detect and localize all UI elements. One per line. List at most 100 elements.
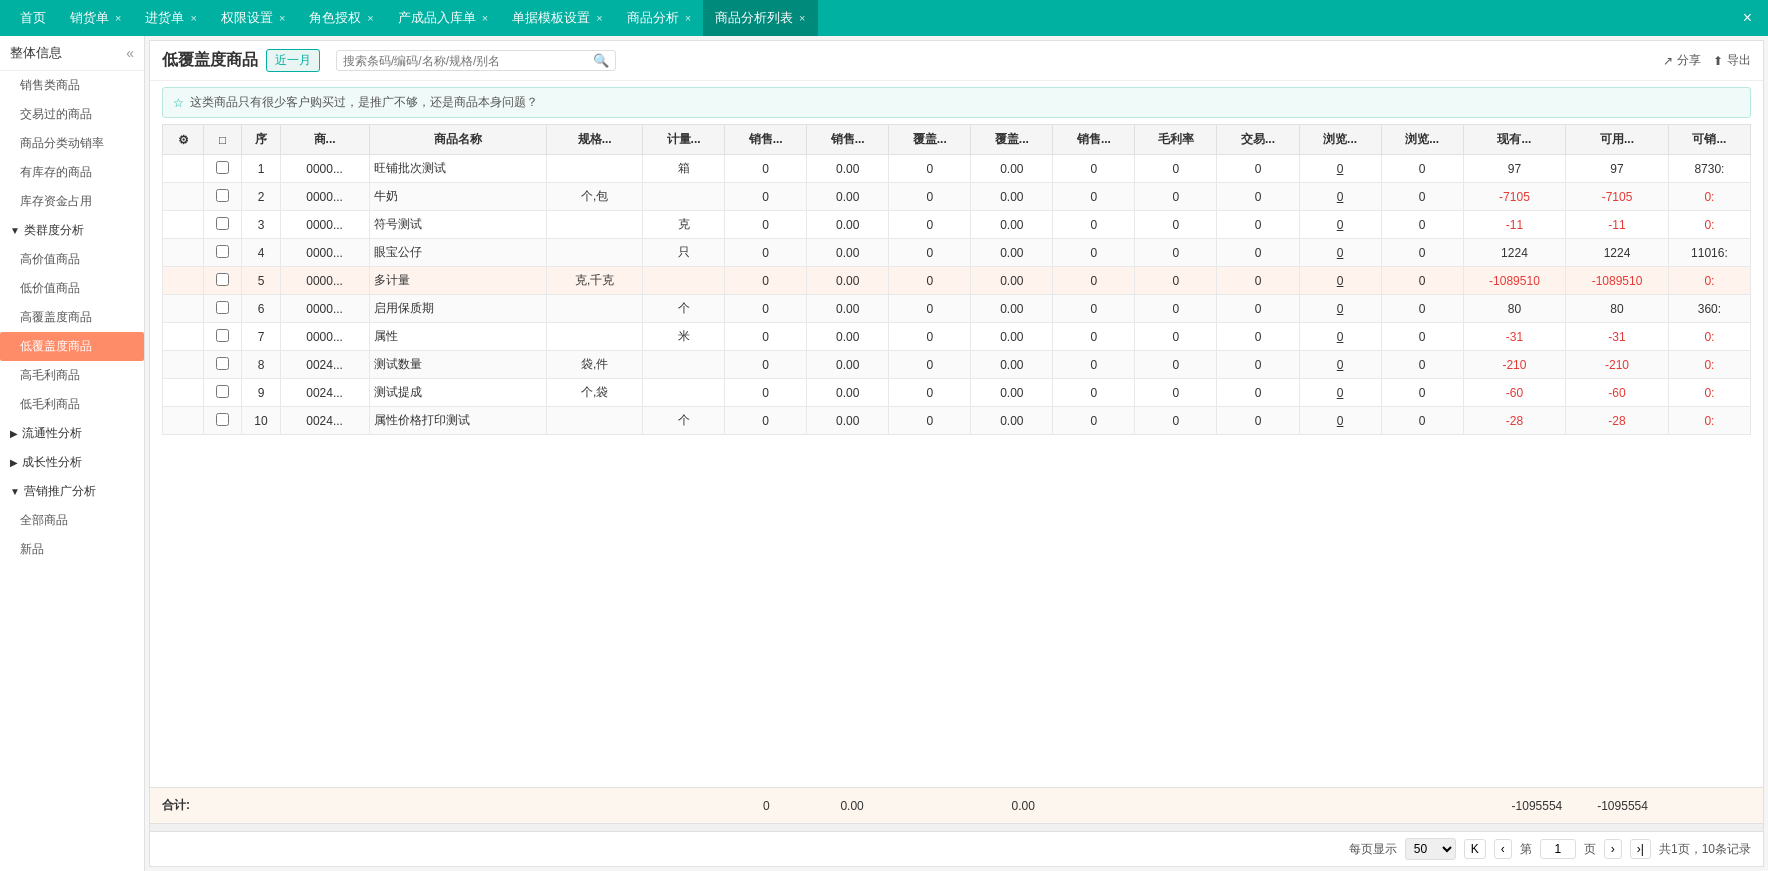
cell-browse1[interactable]: 0: [1299, 379, 1381, 407]
export-button[interactable]: ⬆ 导出: [1713, 52, 1751, 69]
first-page-button[interactable]: K: [1464, 839, 1486, 859]
nav-item-purchase[interactable]: 进货单 ×: [133, 0, 208, 36]
nav-close-roles[interactable]: ×: [367, 12, 373, 24]
cell-checkbox[interactable]: [204, 155, 242, 183]
nav-close-warehouse[interactable]: ×: [482, 12, 488, 24]
cell-unit: [643, 267, 725, 295]
sidebar-item-high-value[interactable]: 高价值商品: [0, 245, 144, 274]
sidebar-section-marketing[interactable]: ▼ 营销推广分析: [0, 477, 144, 506]
col-header-spec[interactable]: 规格...: [547, 125, 643, 155]
cell-checkbox[interactable]: [204, 379, 242, 407]
cell-browse1[interactable]: 0: [1299, 239, 1381, 267]
nav-close-template[interactable]: ×: [596, 12, 602, 24]
cell-checkbox[interactable]: [204, 407, 242, 435]
cell-num: 2: [242, 183, 280, 211]
sidebar-item-high-margin[interactable]: 高毛利商品: [0, 361, 144, 390]
col-header-margin[interactable]: 毛利率: [1135, 125, 1217, 155]
cell-checkbox[interactable]: [204, 351, 242, 379]
sidebar-header[interactable]: 整体信息 «: [0, 36, 144, 71]
cell-checkbox[interactable]: [204, 239, 242, 267]
cell-browse1[interactable]: 0: [1299, 155, 1381, 183]
content-area: 低覆盖度商品 近一月 🔍 ↗ 分享 ⬆ 导出 ☆ 这类商品只有很少客户购买过，是…: [149, 40, 1764, 867]
time-filter-button[interactable]: 近一月: [266, 49, 320, 72]
nav-item-analysis[interactable]: 商品分析 ×: [615, 0, 703, 36]
nav-close-analysis[interactable]: ×: [685, 12, 691, 24]
col-header-avail[interactable]: 可用...: [1566, 125, 1669, 155]
col-header-sellable[interactable]: 可销...: [1668, 125, 1750, 155]
cell-trade: 0: [1217, 239, 1299, 267]
nav-close-purchase[interactable]: ×: [190, 12, 196, 24]
sidebar-item-low-value[interactable]: 低价值商品: [0, 274, 144, 303]
col-header-browse1[interactable]: 浏览...: [1299, 125, 1381, 155]
close-all-tabs[interactable]: ×: [1735, 9, 1760, 27]
cell-browse1[interactable]: 0: [1299, 407, 1381, 435]
nav-item-template[interactable]: 单据模板设置 ×: [500, 0, 614, 36]
sidebar-item-stock-goods[interactable]: 有库存的商品: [0, 158, 144, 187]
cell-trade: 0: [1217, 351, 1299, 379]
cell-browse1[interactable]: 0: [1299, 323, 1381, 351]
sidebar-item-traded-goods[interactable]: 交易过的商品: [0, 100, 144, 129]
prev-page-button[interactable]: ‹: [1494, 839, 1512, 859]
cell-checkbox[interactable]: [204, 183, 242, 211]
nav-close-sales[interactable]: ×: [115, 12, 121, 24]
sidebar-item-sales-goods[interactable]: 销售类商品: [0, 71, 144, 100]
horizontal-scrollbar[interactable]: [150, 823, 1763, 831]
cell-cov1: 0: [889, 267, 971, 295]
sidebar-item-low-coverage[interactable]: 低覆盖度商品: [0, 332, 144, 361]
cell-avail: 80: [1566, 295, 1669, 323]
cell-name: 属性: [369, 323, 547, 351]
sidebar-collapse-icon[interactable]: «: [126, 45, 134, 61]
sidebar-item-new-goods[interactable]: 新品: [0, 535, 144, 564]
nav-item-home[interactable]: 首页: [8, 0, 58, 36]
col-header-stock[interactable]: 现有...: [1463, 125, 1566, 155]
footer-sales1: 0: [724, 799, 810, 813]
col-header-checkbox[interactable]: □: [204, 125, 242, 155]
cell-sales1: 0: [725, 183, 807, 211]
cell-checkbox[interactable]: [204, 267, 242, 295]
nav-item-warehouse[interactable]: 产成品入库单 ×: [386, 0, 500, 36]
cell-checkbox[interactable]: [204, 211, 242, 239]
col-header-sales2[interactable]: 销售...: [807, 125, 889, 155]
sidebar-section-liquidity[interactable]: ▶ 流通性分析: [0, 419, 144, 448]
search-input[interactable]: [343, 54, 593, 68]
cell-browse1[interactable]: 0: [1299, 351, 1381, 379]
col-header-cov2[interactable]: 覆盖...: [971, 125, 1053, 155]
cell-browse1[interactable]: 0: [1299, 183, 1381, 211]
last-page-button[interactable]: ›|: [1630, 839, 1651, 859]
table-row: 3 0000... 符号测试 克 0 0.00 0 0.00 0 0 0 0 0…: [163, 211, 1751, 239]
sidebar-item-all-goods[interactable]: 全部商品: [0, 506, 144, 535]
cell-browse1[interactable]: 0: [1299, 211, 1381, 239]
col-header-name[interactable]: 商品名称: [369, 125, 547, 155]
next-page-button[interactable]: ›: [1604, 839, 1622, 859]
nav-item-sales[interactable]: 销货单 ×: [58, 0, 133, 36]
sidebar-item-high-coverage[interactable]: 高覆盖度商品: [0, 303, 144, 332]
sidebar-item-category-rate[interactable]: 商品分类动销率: [0, 129, 144, 158]
col-header-trade[interactable]: 交易...: [1217, 125, 1299, 155]
nav-close-permissions[interactable]: ×: [279, 12, 285, 24]
col-header-sales1[interactable]: 销售...: [725, 125, 807, 155]
cell-checkbox[interactable]: [204, 323, 242, 351]
cell-sellable: 0:: [1668, 379, 1750, 407]
col-header-settings[interactable]: ⚙: [163, 125, 204, 155]
cell-browse1[interactable]: 0: [1299, 267, 1381, 295]
cell-checkbox[interactable]: [204, 295, 242, 323]
sidebar-item-capital[interactable]: 库存资金占用: [0, 187, 144, 216]
sidebar-section-growth[interactable]: ▶ 成长性分析: [0, 448, 144, 477]
col-header-sales3[interactable]: 销售...: [1053, 125, 1135, 155]
col-header-unit[interactable]: 计量...: [643, 125, 725, 155]
sidebar-item-low-margin[interactable]: 低毛利商品: [0, 390, 144, 419]
nav-item-analysis-list[interactable]: 商品分析列表 ×: [703, 0, 817, 36]
nav-close-analysis-list[interactable]: ×: [799, 12, 805, 24]
nav-item-roles[interactable]: 角色授权 ×: [297, 0, 385, 36]
share-button[interactable]: ↗ 分享: [1663, 52, 1701, 69]
per-page-select[interactable]: 50 100 200: [1405, 838, 1456, 860]
page-number-input[interactable]: [1540, 839, 1576, 859]
sidebar-section-group[interactable]: ▼ 类群度分析: [0, 216, 144, 245]
search-container: 🔍: [336, 50, 616, 71]
info-banner: ☆ 这类商品只有很少客户购买过，是推广不够，还是商品本身问题？: [162, 87, 1751, 118]
col-header-cov1[interactable]: 覆盖...: [889, 125, 971, 155]
nav-item-permissions[interactable]: 权限设置 ×: [209, 0, 297, 36]
col-header-code[interactable]: 商...: [280, 125, 369, 155]
cell-browse1[interactable]: 0: [1299, 295, 1381, 323]
col-header-browse2[interactable]: 浏览...: [1381, 125, 1463, 155]
